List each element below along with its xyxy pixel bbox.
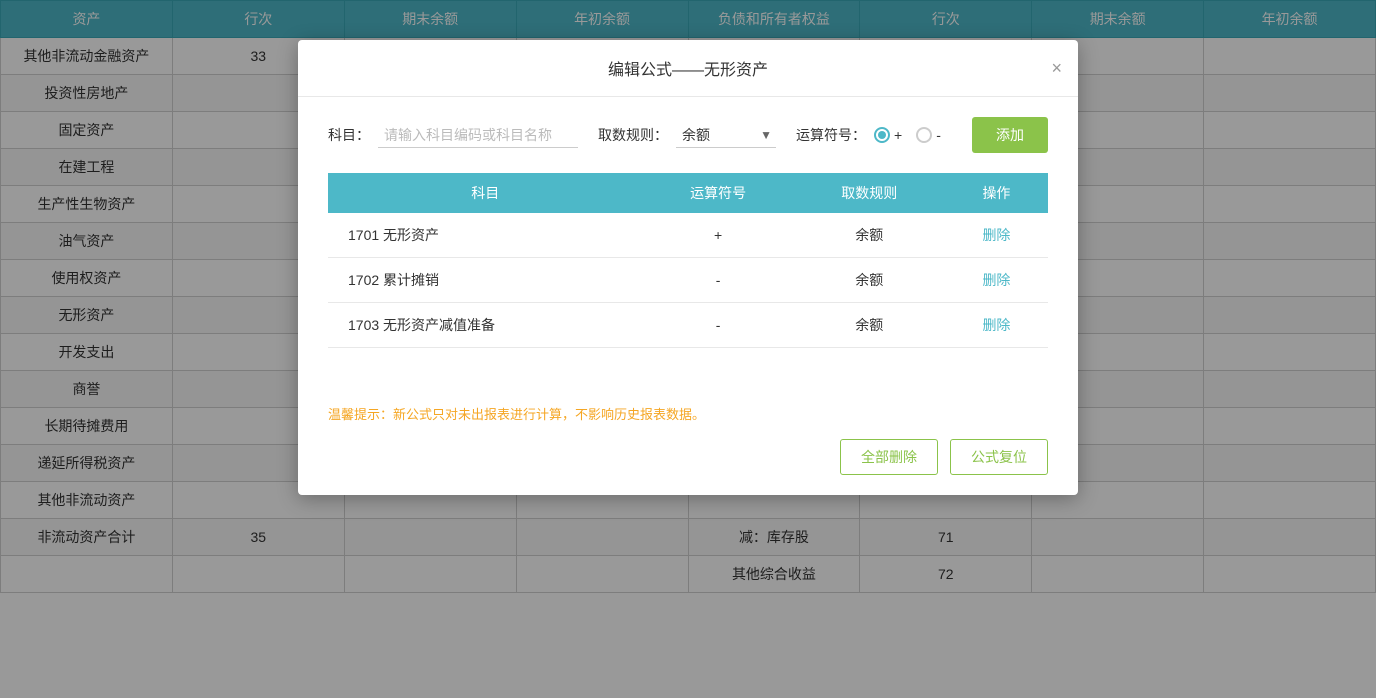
delete-row-button[interactable]: 删除 [982, 272, 1010, 288]
rule-cell: 余额 [794, 213, 945, 258]
delete-all-button[interactable]: 全部删除 [840, 439, 938, 475]
subject-cell: 1702 累计摊销 [328, 258, 643, 303]
table-row: 1701 无形资产+余额 删除 [328, 213, 1048, 258]
modal-body: 科目： 取数规则： 余额 借方发生额 贷方发生额 ▼ 运算 [298, 97, 1078, 388]
table-column-header: 运算符号 [643, 173, 794, 213]
operator-cell: + [643, 213, 794, 258]
modal-container: 编辑公式——无形资产 × 科目： 取数规则： 余额 借方发生额 贷方发生额 [298, 40, 1078, 495]
action-cell: 删除 [945, 258, 1048, 303]
rule-label: 取数规则： [598, 125, 668, 145]
subject-group: 科目： [328, 123, 578, 148]
subject-cell: 1703 无形资产减值准备 [328, 303, 643, 348]
subject-label: 科目： [328, 125, 370, 145]
action-cell: 删除 [945, 303, 1048, 348]
action-cell: 删除 [945, 213, 1048, 258]
tip-text: 温馨提示：新公式只对未出报表进行计算，不影响历史报表数据。 [328, 404, 1048, 423]
table-row: 1703 无形资产减值准备-余额 删除 [328, 303, 1048, 348]
table-column-header: 科目 [328, 173, 643, 213]
radio-minus-circle [916, 127, 932, 143]
radio-plus[interactable]: + [874, 127, 902, 143]
table-column-header: 取数规则 [794, 173, 945, 213]
rule-cell: 余额 [794, 258, 945, 303]
close-button[interactable]: × [1051, 59, 1062, 77]
subject-input[interactable] [378, 123, 578, 148]
radio-group: + - [874, 127, 941, 143]
rule-group: 取数规则： 余额 借方发生额 贷方发生额 ▼ [598, 123, 776, 148]
radio-plus-label: + [894, 127, 902, 143]
operator-label: 运算符号： [796, 125, 866, 145]
modal-header: 编辑公式——无形资产 × [298, 40, 1078, 97]
radio-minus[interactable]: - [916, 127, 941, 143]
operator-group: 运算符号： + - [796, 125, 941, 145]
reset-button[interactable]: 公式复位 [950, 439, 1048, 475]
rule-select[interactable]: 余额 借方发生额 贷方发生额 [676, 123, 776, 148]
modal-title: 编辑公式——无形资产 [608, 62, 768, 79]
add-button[interactable]: 添加 [972, 117, 1048, 153]
rule-cell: 余额 [794, 303, 945, 348]
delete-row-button[interactable]: 删除 [982, 317, 1010, 333]
delete-row-button[interactable]: 删除 [982, 227, 1010, 243]
modal-footer: 温馨提示：新公式只对未出报表进行计算，不影响历史报表数据。 全部删除 公式复位 [298, 388, 1078, 495]
operator-cell: - [643, 303, 794, 348]
rule-select-wrapper: 余额 借方发生额 贷方发生额 ▼ [676, 123, 776, 148]
radio-minus-label: - [936, 127, 941, 143]
footer-buttons: 全部删除 公式复位 [328, 439, 1048, 475]
table-column-header: 操作 [945, 173, 1048, 213]
form-row: 科目： 取数规则： 余额 借方发生额 贷方发生额 ▼ 运算 [328, 117, 1048, 153]
modal-overlay: 编辑公式——无形资产 × 科目： 取数规则： 余额 借方发生额 贷方发生额 [0, 0, 1376, 698]
table-row: 1702 累计摊销-余额 删除 [328, 258, 1048, 303]
subject-cell: 1701 无形资产 [328, 213, 643, 258]
operator-cell: - [643, 258, 794, 303]
radio-plus-circle [874, 127, 890, 143]
formula-table: 科目运算符号取数规则操作 1701 无形资产+余额删除1702 累计摊销-余额删… [328, 173, 1048, 348]
